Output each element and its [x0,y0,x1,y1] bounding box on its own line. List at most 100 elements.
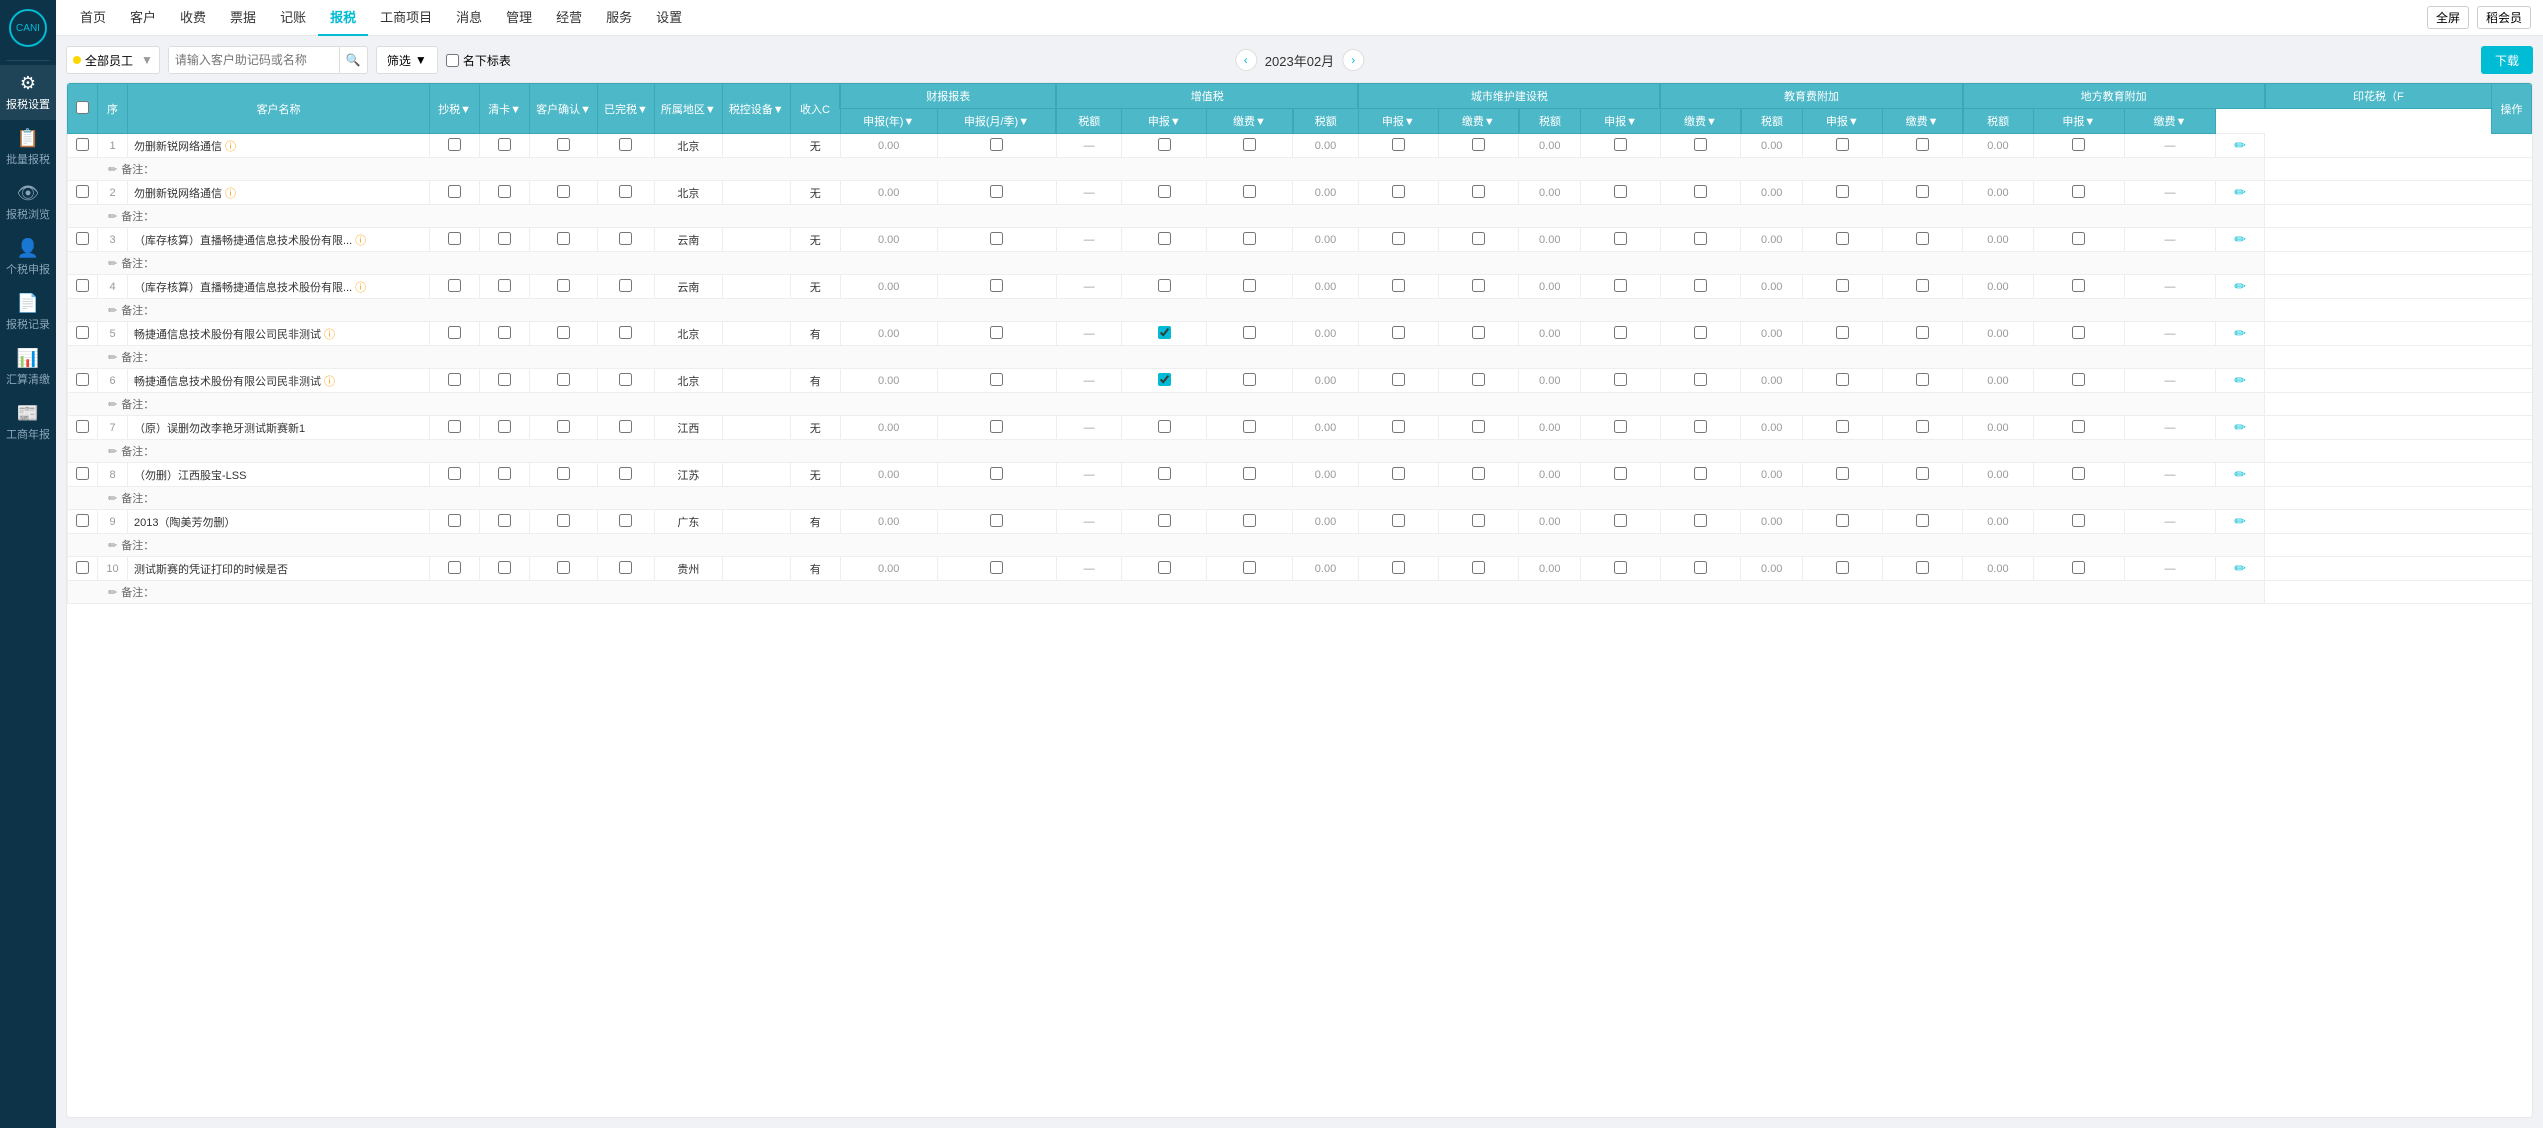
kehu-confirm-checkbox[interactable] [557,138,570,151]
chaoshui-checkbox[interactable] [448,279,461,292]
jy-sb-checkbox[interactable] [1614,373,1627,386]
qingka-checkbox[interactable] [498,185,511,198]
qingka-checkbox[interactable] [498,467,511,480]
sidebar-item-gongshangnianbao[interactable]: 📰 工商年报 [0,395,56,450]
cs-sb-checkbox[interactable] [1392,420,1405,433]
caibao-month-checkbox[interactable] [990,185,1003,198]
sidebar-item-baoshuijilu[interactable]: 📄 报税记录 [0,285,56,340]
zzs-jf-checkbox[interactable] [1243,326,1256,339]
caibao-month-checkbox[interactable] [990,373,1003,386]
search-input[interactable] [169,47,339,73]
chaoshui-checkbox[interactable] [448,232,461,245]
vip-btn[interactable]: 稻会员 [2477,6,2531,29]
row-select-checkbox[interactable] [76,373,89,386]
df-jf-checkbox[interactable] [1916,420,1929,433]
sidebar-item-baoshuiliulan[interactable]: 👁 报税浏览 [0,175,56,230]
nav-item-xiaoxi[interactable]: 消息 [444,0,494,36]
df-sb-checkbox[interactable] [1836,373,1849,386]
kehu-confirm-checkbox[interactable] [557,420,570,433]
jy-sb-checkbox[interactable] [1614,561,1627,574]
kehu-confirm-checkbox[interactable] [557,514,570,527]
chaoshui-checkbox[interactable] [448,561,461,574]
yhs-sb-checkbox[interactable] [2072,373,2085,386]
df-sb-checkbox[interactable] [1836,467,1849,480]
df-sb-checkbox[interactable] [1836,514,1849,527]
df-sb-checkbox[interactable] [1836,232,1849,245]
df-sb-checkbox[interactable] [1836,326,1849,339]
zzs-sb-checkbox[interactable] [1158,467,1171,480]
cs-sb-checkbox[interactable] [1392,561,1405,574]
zzs-sb-checkbox[interactable] [1158,420,1171,433]
qingka-checkbox[interactable] [498,279,511,292]
df-jf-checkbox[interactable] [1916,373,1929,386]
caibao-month-checkbox[interactable] [990,561,1003,574]
th-caibao-month[interactable]: 申报(月/季)▼ [937,109,1056,134]
cs-jf-checkbox[interactable] [1472,279,1485,292]
edit-icon[interactable]: ✏ [2234,278,2246,294]
jy-jf-checkbox[interactable] [1694,514,1707,527]
row-select-checkbox[interactable] [76,138,89,151]
zzs-jf-checkbox[interactable] [1243,467,1256,480]
nav-item-shoufei[interactable]: 收费 [168,0,218,36]
zzs-sb-checkbox[interactable] [1158,373,1171,386]
th-region[interactable]: 所属地区▼ [654,84,722,134]
zzs-jf-checkbox[interactable] [1243,514,1256,527]
nav-item-jingying[interactable]: 经营 [544,0,594,36]
staff-select[interactable]: 全部员工 ▼ [66,46,160,74]
caibao-month-checkbox[interactable] [990,279,1003,292]
jy-sb-checkbox[interactable] [1614,185,1627,198]
jy-jf-checkbox[interactable] [1694,467,1707,480]
zzs-jf-checkbox[interactable] [1243,420,1256,433]
jy-jf-checkbox[interactable] [1694,561,1707,574]
jy-jf-checkbox[interactable] [1694,420,1707,433]
nav-item-home[interactable]: 首页 [68,0,118,36]
df-jf-checkbox[interactable] [1916,514,1929,527]
nav-item-fuwu[interactable]: 服务 [594,0,644,36]
df-jf-checkbox[interactable] [1916,467,1929,480]
named-table-checkbox[interactable] [446,54,459,67]
cs-jf-checkbox[interactable] [1472,373,1485,386]
zzs-sb-checkbox[interactable] [1158,326,1171,339]
df-jf-checkbox[interactable] [1916,561,1929,574]
kehu-confirm-checkbox[interactable] [557,561,570,574]
cs-jf-checkbox[interactable] [1472,420,1485,433]
caibao-month-checkbox[interactable] [990,138,1003,151]
cs-sb-checkbox[interactable] [1392,185,1405,198]
zzs-sb-checkbox[interactable] [1158,185,1171,198]
df-jf-checkbox[interactable] [1916,138,1929,151]
df-jf-checkbox[interactable] [1916,232,1929,245]
caibao-month-checkbox[interactable] [990,420,1003,433]
row-select-checkbox[interactable] [76,232,89,245]
caibao-month-checkbox[interactable] [990,467,1003,480]
next-month-btn[interactable]: › [1342,49,1364,71]
nav-item-customer[interactable]: 客户 [118,0,168,36]
cs-sb-checkbox[interactable] [1392,514,1405,527]
yiwanshui-checkbox[interactable] [619,185,632,198]
yhs-sb-checkbox[interactable] [2072,561,2085,574]
cs-sb-checkbox[interactable] [1392,467,1405,480]
cs-sb-checkbox[interactable] [1392,373,1405,386]
yhs-sb-checkbox[interactable] [2072,232,2085,245]
zzs-jf-checkbox[interactable] [1243,561,1256,574]
yiwanshui-checkbox[interactable] [619,232,632,245]
kehu-confirm-checkbox[interactable] [557,373,570,386]
qingka-checkbox[interactable] [498,561,511,574]
cs-jf-checkbox[interactable] [1472,185,1485,198]
row-select-checkbox[interactable] [76,561,89,574]
qingka-checkbox[interactable] [498,232,511,245]
nav-item-guanli[interactable]: 管理 [494,0,544,36]
kehu-confirm-checkbox[interactable] [557,279,570,292]
caibao-month-checkbox[interactable] [990,514,1003,527]
zzs-jf-checkbox[interactable] [1243,185,1256,198]
cs-sb-checkbox[interactable] [1392,232,1405,245]
jy-jf-checkbox[interactable] [1694,373,1707,386]
zzs-jf-checkbox[interactable] [1243,373,1256,386]
th-jy-jf[interactable]: 缴费▼ [1660,109,1740,134]
cs-jf-checkbox[interactable] [1472,561,1485,574]
kehu-confirm-checkbox[interactable] [557,326,570,339]
fullscreen-btn[interactable]: 全屏 [2427,6,2469,29]
row-select-checkbox[interactable] [76,514,89,527]
search-button[interactable]: 🔍 [339,46,367,74]
th-yhs-sb[interactable]: 申报▼ [2033,109,2124,134]
df-sb-checkbox[interactable] [1836,279,1849,292]
